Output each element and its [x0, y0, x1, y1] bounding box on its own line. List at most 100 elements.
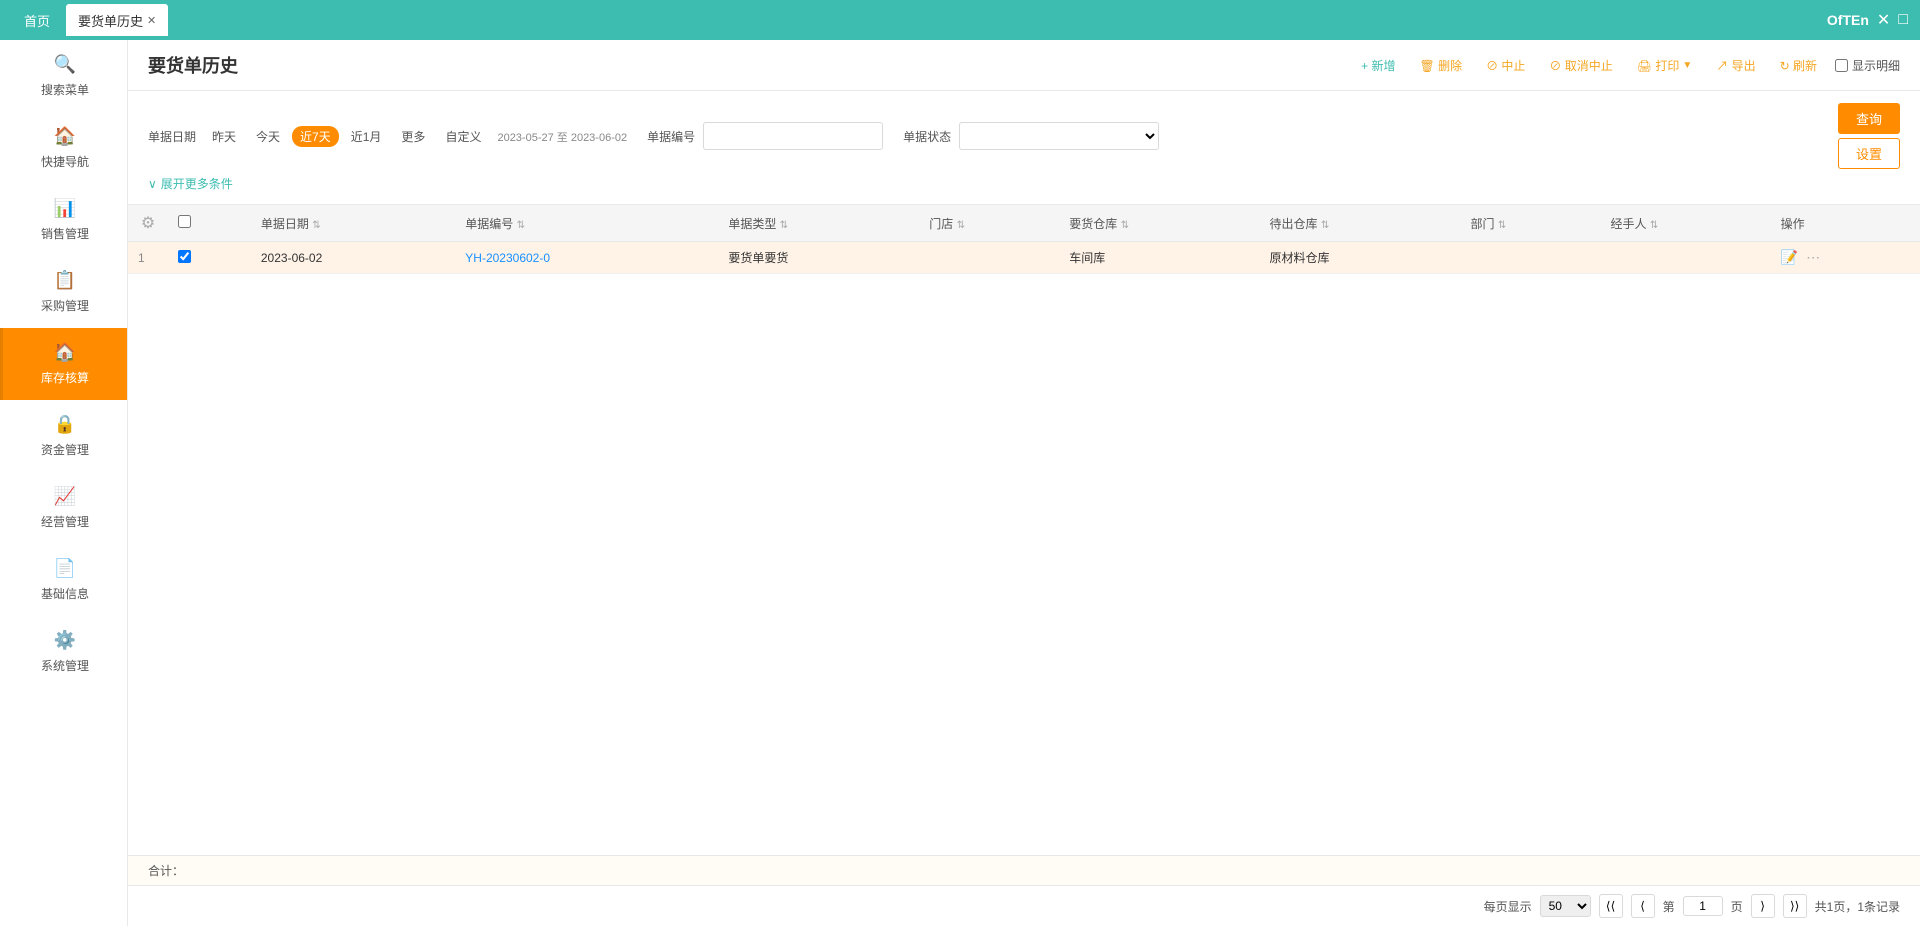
doc-number-link[interactable]: YH-20230602-0 — [465, 251, 550, 265]
date-pill-yesterday[interactable]: 昨天 — [204, 126, 244, 147]
first-page-button[interactable]: ⟨⟨ — [1599, 894, 1623, 918]
window-close-icon[interactable]: ✕ — [1877, 10, 1890, 30]
status-select[interactable] — [959, 122, 1159, 150]
last-page-button[interactable]: ⟩⟩ — [1783, 894, 1807, 918]
page-title: 要货单历史 — [148, 52, 238, 78]
sort-dept-icon[interactable]: ⇅ — [1498, 220, 1506, 231]
edit-icon: 📝 — [1781, 249, 1798, 265]
delete-button[interactable]: 🗑 删除 — [1414, 53, 1469, 78]
date-pills: 昨天 今天 近7天 近1月 更多 自定义 — [204, 126, 489, 147]
prev-page-button[interactable]: ⟨ — [1631, 894, 1655, 918]
main-layout: 🔍 搜索菜单 🏠 快捷导航 📊 销售管理 📋 采购管理 🏠 库存核算 🔒 资金管… — [0, 40, 1920, 926]
date-range-text: 2023-05-27 至 2023-06-02 — [497, 129, 627, 145]
tab-close-icon[interactable]: ✕ — [147, 14, 156, 27]
edit-action-button[interactable]: 📝 — [1781, 249, 1798, 266]
pagination-bar: 每页显示 50 100 ⟨⟨ ⟨ 第 页 ⟩ ⟩⟩ 共1页，1条记录 — [128, 885, 1920, 926]
stop-button[interactable]: ⊘ 中止 — [1480, 53, 1531, 78]
total-label: 合计： — [148, 864, 184, 878]
row-actions: 📝 ⋯ — [1771, 242, 1920, 274]
sidebar-item-system[interactable]: ⚙️ 系统管理 — [0, 616, 127, 688]
row-num: 1 — [128, 242, 168, 274]
row-handler — [1601, 242, 1771, 274]
sidebar-item-sales[interactable]: 📊 销售管理 — [0, 184, 127, 256]
doc-number-input[interactable] — [703, 122, 883, 150]
settings-button[interactable]: 设置 — [1838, 138, 1900, 169]
date-filter-group: 单据日期 昨天 今天 近7天 近1月 更多 自定义 2023-05-27 至 2… — [148, 126, 627, 147]
row-out-warehouse: 原材料仓库 — [1260, 242, 1461, 274]
date-pill-custom[interactable]: 自定义 — [437, 126, 489, 147]
action-icons: 📝 ⋯ — [1781, 249, 1910, 266]
sidebar-item-operation[interactable]: 📈 经营管理 — [0, 472, 127, 544]
column-settings-icon[interactable]: ⚙ — [141, 215, 155, 232]
sidebar-item-inventory[interactable]: 🏠 库存核算 — [0, 328, 127, 400]
row-doc-type: 要货单要货 — [718, 242, 919, 274]
tab-home[interactable]: 首页 — [12, 4, 62, 36]
system-icon: ⚙️ — [54, 630, 76, 651]
date-range-display: 2023-05-27 至 2023-06-02 — [497, 127, 627, 145]
expand-more-button[interactable]: ∨ 展开更多条件 — [148, 175, 233, 192]
query-button[interactable]: 查询 — [1838, 103, 1900, 134]
sort-outwh-icon[interactable]: ⇅ — [1321, 220, 1329, 231]
sidebar-item-search[interactable]: 🔍 搜索菜单 — [0, 40, 127, 112]
cancel-stop-button[interactable]: ⊘ 取消中止 — [1543, 53, 1618, 78]
page-header: 要货单历史 + 新增 🗑 删除 ⊘ 中止 ⊘ 取消中止 🖨 打印 ▼ ↗ 导出 … — [128, 40, 1920, 91]
sidebar-item-finance[interactable]: 🔒 资金管理 — [0, 400, 127, 472]
page-size-select[interactable]: 50 100 — [1540, 895, 1591, 917]
date-pill-today[interactable]: 今天 — [248, 126, 288, 147]
table-settings-header: ⚙ — [128, 205, 168, 242]
col-out-warehouse: 待出仓库 ⇅ — [1260, 205, 1461, 242]
sidebar-label-operation: 经营管理 — [41, 513, 89, 530]
chart-icon: 📊 — [54, 198, 76, 219]
sort-store-icon[interactable]: ⇅ — [957, 220, 965, 231]
sort-reqwh-icon[interactable]: ⇅ — [1121, 220, 1129, 231]
sidebar-item-basic[interactable]: 📄 基础信息 — [0, 544, 127, 616]
content-area: 要货单历史 + 新增 🗑 删除 ⊘ 中止 ⊘ 取消中止 🖨 打印 ▼ ↗ 导出 … — [128, 40, 1920, 926]
search-icon: 🔍 — [54, 54, 76, 75]
filter-actions: 查询 设置 — [1838, 103, 1900, 169]
sidebar-label-basic: 基础信息 — [41, 585, 89, 602]
row-req-warehouse: 车间库 — [1059, 242, 1259, 274]
tab-purchase-history[interactable]: 要货单历史 ✕ — [66, 4, 168, 36]
export-button[interactable]: ↗ 导出 — [1710, 53, 1761, 78]
col-department: 部门 ⇅ — [1461, 205, 1601, 242]
sidebar-item-quick-nav[interactable]: 🏠 快捷导航 — [0, 112, 127, 184]
col-req-warehouse: 要货仓库 ⇅ — [1059, 205, 1259, 242]
print-button[interactable]: 🖨 打印 ▼ — [1631, 53, 1698, 78]
sidebar-label-search: 搜索菜单 — [41, 81, 89, 98]
row-select-checkbox[interactable] — [178, 250, 191, 263]
row-store — [919, 242, 1059, 274]
home-icon: 🏠 — [54, 126, 76, 147]
refresh-button[interactable]: ↻ 刷新 — [1774, 53, 1823, 78]
date-pill-1month[interactable]: 近1月 — [343, 126, 390, 147]
sidebar-item-purchase[interactable]: 📋 采购管理 — [0, 256, 127, 328]
show-detail-label: 显示明细 — [1835, 57, 1900, 74]
print-arrow-icon: ▼ — [1682, 60, 1692, 71]
sort-date-icon[interactable]: ⇅ — [312, 220, 320, 231]
select-all-checkbox[interactable] — [178, 215, 191, 228]
top-bar: 首页 要货单历史 ✕ OfTEn ✕ □ — [0, 0, 1920, 40]
table-footer: 合计： — [128, 855, 1920, 885]
date-pill-more[interactable]: 更多 — [393, 126, 433, 147]
new-button[interactable]: + 新增 — [1355, 53, 1401, 78]
status-filter-group: 单据状态 — [903, 122, 1159, 150]
col-actions: 操作 — [1771, 205, 1920, 242]
sort-docnum-icon[interactable]: ⇅ — [517, 220, 525, 231]
sort-doctype-icon[interactable]: ⇅ — [780, 220, 788, 231]
expand-more-icon: ∨ — [148, 177, 157, 191]
window-maximize-icon[interactable]: □ — [1898, 11, 1908, 29]
row-doc-number: YH-20230602-0 — [455, 242, 718, 274]
sidebar-label-inventory: 库存核算 — [41, 369, 89, 386]
date-pill-7days[interactable]: 近7天 — [292, 126, 339, 147]
top-bar-right: OfTEn ✕ □ — [1827, 10, 1908, 30]
next-page-button[interactable]: ⟩ — [1751, 894, 1775, 918]
sidebar-label-finance: 资金管理 — [41, 441, 89, 458]
row-department — [1461, 242, 1601, 274]
sidebar: 🔍 搜索菜单 🏠 快捷导航 📊 销售管理 📋 采购管理 🏠 库存核算 🔒 资金管… — [0, 40, 128, 926]
go-page-label: 第 — [1663, 898, 1675, 915]
sort-handler-icon[interactable]: ⇅ — [1650, 220, 1658, 231]
show-detail-checkbox[interactable] — [1835, 59, 1848, 72]
page-number-input[interactable] — [1683, 896, 1723, 916]
more-action-button[interactable]: ⋯ — [1806, 249, 1820, 266]
sidebar-label-sales: 销售管理 — [41, 225, 89, 242]
toolbar: + 新增 🗑 删除 ⊘ 中止 ⊘ 取消中止 🖨 打印 ▼ ↗ 导出 ↻ 刷新 显… — [1355, 53, 1900, 78]
